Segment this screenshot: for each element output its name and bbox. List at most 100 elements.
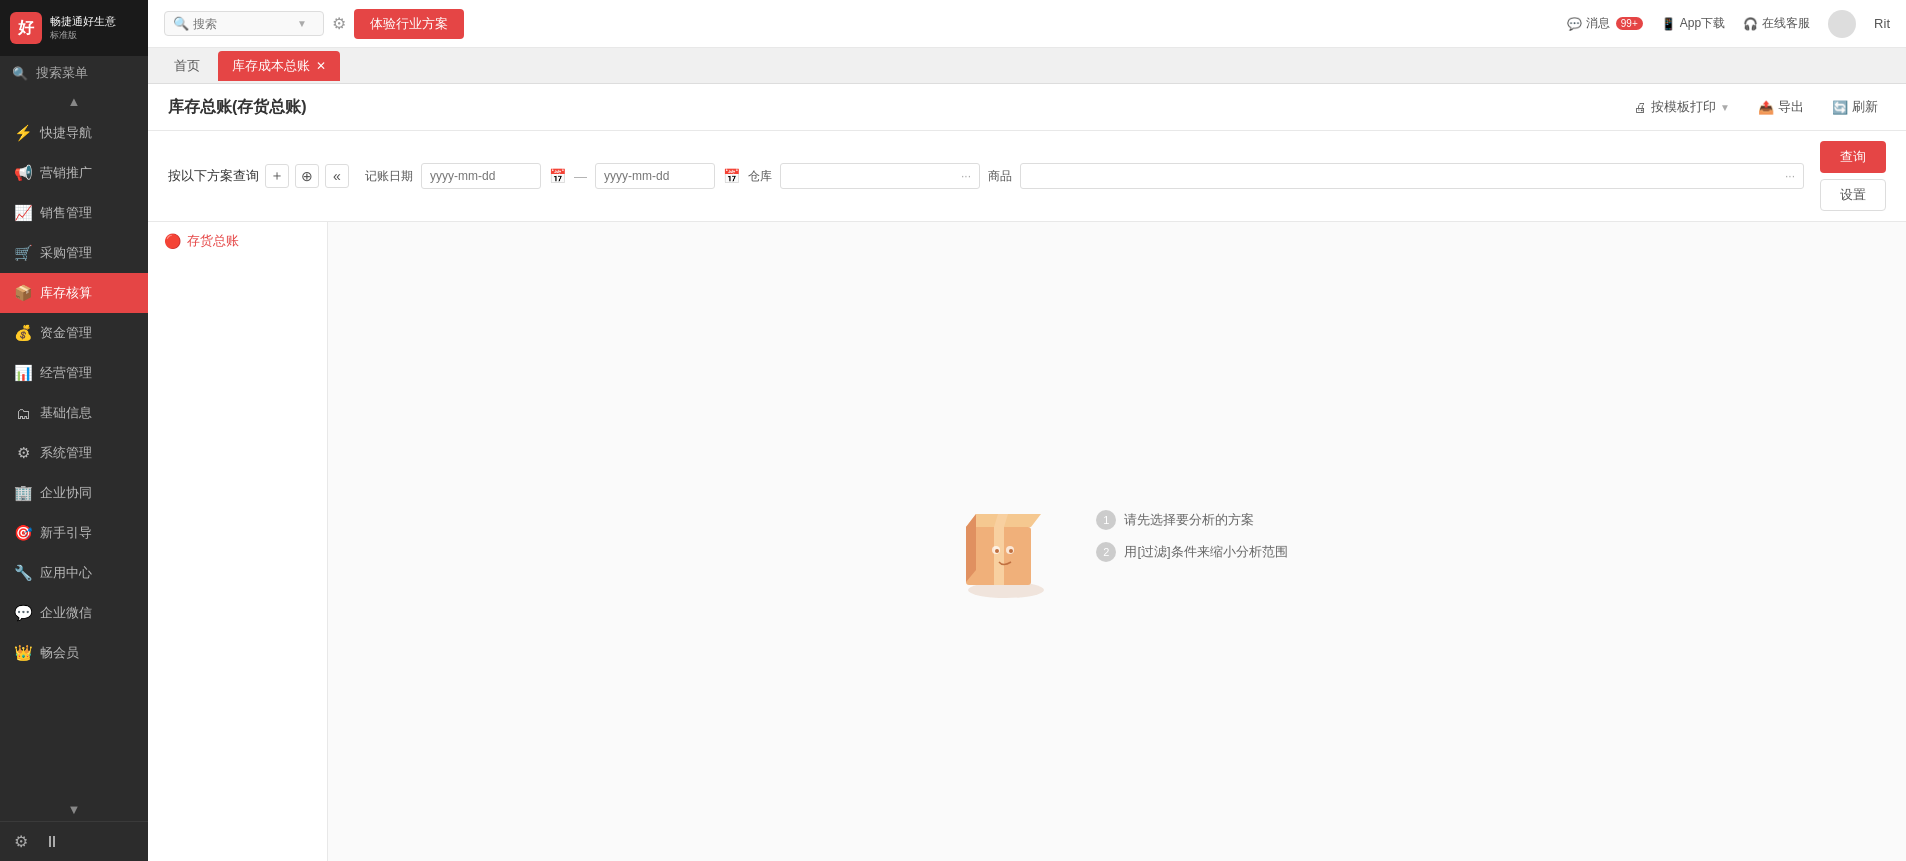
sidebar-item-sales[interactable]: 📈 销售管理 (0, 193, 148, 233)
settings-btn[interactable]: 设置 (1820, 179, 1886, 211)
app-name: 畅捷通好生意 (50, 14, 116, 29)
sidebar-footer: ⚙ ⏸ (0, 821, 148, 861)
system-icon: ⚙ (14, 444, 32, 462)
export-icon: 📤 (1758, 100, 1774, 115)
filter-collapse-btn[interactable]: « (325, 164, 349, 188)
app-download-item[interactable]: 📱 App下载 (1661, 15, 1725, 32)
filter-edit-btn[interactable]: ⊕ (295, 164, 319, 188)
search-icon: 🔍 (12, 66, 28, 81)
app-center-icon: 🔧 (14, 564, 32, 582)
print-icon: 🖨 (1634, 100, 1647, 115)
quick-nav-icon: ⚡ (14, 124, 32, 142)
svg-rect-4 (994, 527, 1004, 585)
export-btn[interactable]: 📤 导出 (1750, 94, 1812, 120)
online-service-item[interactable]: 🎧 在线客服 (1743, 15, 1810, 32)
logo-icon: 好 (10, 12, 42, 44)
warehouse-more-icon[interactable]: ··· (961, 169, 971, 183)
page-header: 库存总账(存货总账) 🖨 按模板打印 ▼ 📤 导出 🔄 刷新 (148, 84, 1906, 131)
main-content: 1 请先选择要分析的方案 2 用[过滤]条件来缩小分析范围 (328, 222, 1906, 861)
topbar-left: 🔍 ▼ ⚙ 体验行业方案 (164, 9, 1555, 39)
sidebar-nav: ⚡ 快捷导航 📢 营销推广 📈 销售管理 🛒 采购管理 📦 库存核算 💰 资金管… (0, 113, 148, 798)
warehouse-select[interactable]: ··· (780, 163, 980, 189)
scheme-item-inventory-ledger[interactable]: 🔴 存货总账 (148, 222, 327, 260)
step-num-1: 1 (1096, 510, 1116, 530)
capital-icon: 💰 (14, 324, 32, 342)
step-num-2: 2 (1096, 542, 1116, 562)
sidebar-item-purchase[interactable]: 🛒 采购管理 (0, 233, 148, 273)
tab-close-icon[interactable]: ✕ (316, 59, 326, 73)
sidebar-item-system[interactable]: ⚙ 系统管理 (0, 433, 148, 473)
empty-step-2: 2 用[过滤]条件来缩小分析范围 (1096, 542, 1287, 562)
empty-step-1: 1 请先选择要分析的方案 (1096, 510, 1287, 530)
date-start-calendar-icon[interactable]: 📅 (549, 168, 566, 184)
svg-marker-3 (966, 514, 976, 582)
sidebar-item-vip[interactable]: 👑 畅会员 (0, 633, 148, 673)
sidebar-item-wechat-biz[interactable]: 💬 企业微信 (0, 593, 148, 633)
print-template-btn[interactable]: 🖨 按模板打印 ▼ (1626, 94, 1738, 120)
sidebar-item-operation[interactable]: 📊 经营管理 (0, 353, 148, 393)
date-separator: — (574, 169, 587, 184)
sidebar: 好 畅捷通好生意 标准版 🔍 搜索菜单 ▲ ⚡ 快捷导航 📢 营销推广 📈 销售… (0, 0, 148, 861)
settings-footer-icon[interactable]: ⚙ (14, 832, 28, 851)
sidebar-item-enterprise[interactable]: 🏢 企业协同 (0, 473, 148, 513)
svg-point-9 (1009, 549, 1013, 553)
sidebar-item-basic-info[interactable]: 🗂 基础信息 (0, 393, 148, 433)
scroll-up-btn[interactable]: ▲ (0, 90, 148, 113)
newbie-icon: 🎯 (14, 524, 32, 542)
goods-more-icon[interactable]: ··· (1785, 169, 1795, 183)
headset-icon: 🎧 (1743, 17, 1758, 31)
sidebar-item-quick-nav[interactable]: ⚡ 快捷导航 (0, 113, 148, 153)
date-end-calendar-icon[interactable]: 📅 (723, 168, 740, 184)
industry-btn[interactable]: 体验行业方案 (354, 9, 464, 39)
empty-state-inner: 1 请先选择要分析的方案 2 用[过滤]条件来缩小分析范围 (946, 482, 1287, 602)
search-menu-item[interactable]: 🔍 搜索菜单 (0, 56, 148, 90)
scheme-item-icon: 🔴 (164, 233, 181, 249)
empty-text: 1 请先选择要分析的方案 2 用[过滤]条件来缩小分析范围 (1096, 510, 1287, 574)
topbar-search-icon: 🔍 (173, 16, 189, 31)
print-dropdown-icon[interactable]: ▼ (1720, 102, 1730, 113)
sidebar-item-inventory[interactable]: 📦 库存核算 (0, 273, 148, 313)
tab-inventory-cost[interactable]: 库存成本总账 ✕ (218, 51, 340, 81)
message-item[interactable]: 💬 消息 99+ (1567, 15, 1643, 32)
message-icon: 💬 (1567, 17, 1582, 31)
topbar-search-area[interactable]: 🔍 ▼ (164, 11, 324, 36)
dropdown-icon[interactable]: ▼ (297, 18, 307, 29)
sidebar-item-capital[interactable]: 💰 资金管理 (0, 313, 148, 353)
svg-point-8 (995, 549, 999, 553)
goods-label: 商品 (988, 168, 1012, 185)
app-logo: 好 畅捷通好生意 标准版 (0, 0, 148, 56)
refresh-btn[interactable]: 🔄 刷新 (1824, 94, 1886, 120)
date-end-input[interactable] (595, 163, 715, 189)
topbar-right: 💬 消息 99+ 📱 App下载 🎧 在线客服 Rit (1567, 10, 1890, 38)
goods-select[interactable]: ··· (1020, 163, 1804, 189)
app-version: 标准版 (50, 29, 116, 42)
warehouse-label: 仓库 (748, 168, 772, 185)
query-btn[interactable]: 查询 (1820, 141, 1886, 173)
sidebar-item-newbie[interactable]: 🎯 新手引导 (0, 513, 148, 553)
filter-label: 按以下方案查询 (168, 167, 259, 185)
topbar-search-input[interactable] (193, 17, 293, 31)
content-area: 🔴 存货总账 (148, 222, 1906, 861)
purchase-icon: 🛒 (14, 244, 32, 262)
refresh-icon: 🔄 (1832, 100, 1848, 115)
scroll-down-btn[interactable]: ▼ (0, 798, 148, 821)
sales-icon: 📈 (14, 204, 32, 222)
message-badge: 99+ (1616, 17, 1643, 30)
page-actions: 🖨 按模板打印 ▼ 📤 导出 🔄 刷新 (1626, 94, 1886, 120)
audio-footer-icon[interactable]: ⏸ (44, 833, 60, 851)
page-title: 库存总账(存货总账) (168, 97, 307, 118)
topbar: 🔍 ▼ ⚙ 体验行业方案 💬 消息 99+ 📱 App下载 🎧 在线客服 Ri (148, 0, 1906, 48)
user-avatar[interactable] (1828, 10, 1856, 38)
enterprise-icon: 🏢 (14, 484, 32, 502)
tab-home[interactable]: 首页 (160, 51, 214, 81)
sidebar-item-app-center[interactable]: 🔧 应用中心 (0, 553, 148, 593)
sidebar-item-marketing[interactable]: 📢 营销推广 (0, 153, 148, 193)
operation-icon: 📊 (14, 364, 32, 382)
filter-bar: 按以下方案查询 ＋ ⊕ « 记账日期 📅 — 📅 仓库 ··· 商品 ··· 查 (148, 131, 1906, 222)
box-svg (946, 482, 1066, 602)
filter-add-btn[interactable]: ＋ (265, 164, 289, 188)
user-name: Rit (1874, 16, 1890, 31)
topbar-gear-icon[interactable]: ⚙ (332, 14, 346, 33)
date-start-input[interactable] (421, 163, 541, 189)
main-area: 🔍 ▼ ⚙ 体验行业方案 💬 消息 99+ 📱 App下载 🎧 在线客服 Ri (148, 0, 1906, 861)
